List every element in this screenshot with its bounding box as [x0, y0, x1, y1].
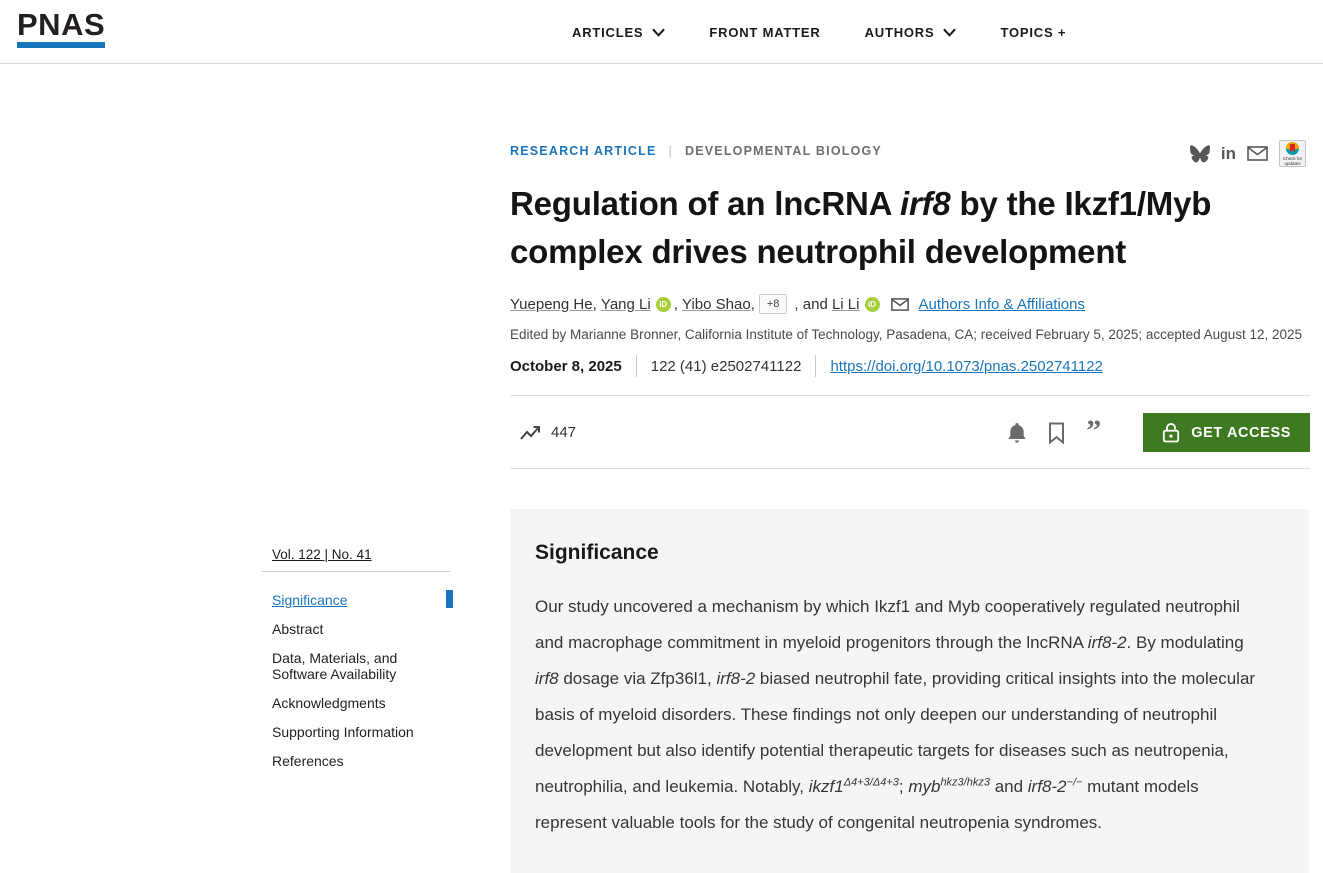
share-icons: in Check for updates [1190, 140, 1306, 167]
trending-up-icon [520, 425, 542, 441]
nav-topics[interactable]: TOPICS + [1000, 25, 1066, 40]
toc-item-label: Data, Materials, and Software Availabili… [272, 650, 397, 682]
nav-front-matter[interactable]: FRONT MATTER [709, 25, 820, 40]
divider-rule [510, 395, 1310, 396]
toc-item-references[interactable]: References [272, 747, 450, 776]
check-for-updates-label: Check for updates [1280, 156, 1305, 166]
author-separator: , [674, 296, 678, 313]
toc-item-significance[interactable]: Significance [272, 586, 450, 615]
crossmark-logo-icon [1286, 142, 1299, 155]
author-link[interactable]: Li Li [832, 296, 860, 313]
orcid-icon[interactable]: iD [865, 297, 880, 312]
publication-date: October 8, 2025 [510, 358, 622, 375]
volume-citation: 122 (41) e2502741122 [651, 358, 802, 375]
pnas-logo-text: PNAS [17, 10, 105, 40]
metrics-row: 447 ” GET ACCESS [510, 413, 1310, 452]
pnas-logo[interactable]: PNAS [17, 10, 105, 48]
nav-articles-label: ARTICLES [572, 25, 643, 40]
toc-sidebar: Vol. 122 | No. 41 Significance Abstract … [272, 546, 450, 776]
metrics-count-value: 447 [551, 424, 576, 441]
cite-quote-icon[interactable]: ” [1086, 421, 1101, 445]
subject-label: DEVELOPMENTAL BIOLOGY [685, 144, 882, 158]
lock-icon [1162, 422, 1180, 443]
author-separator: , [751, 296, 755, 313]
toc-item-acknowledgments[interactable]: Acknowledgments [272, 689, 450, 718]
category-separator: | [669, 144, 673, 158]
publication-row: October 8, 2025 122 (41) e2502741122 htt… [510, 355, 1310, 377]
toc-list: Significance Abstract Data, Materials, a… [272, 586, 450, 776]
get-access-label: GET ACCESS [1191, 425, 1291, 441]
pnas-logo-underline [17, 42, 105, 48]
author-link[interactable]: Yuepeng He [510, 296, 593, 313]
divider-rule [510, 468, 1310, 469]
action-icons: ” GET ACCESS [1007, 413, 1310, 452]
toc-active-indicator [446, 590, 453, 608]
doi-link[interactable]: https://doi.org/10.1073/pnas.2502741122 [830, 358, 1102, 375]
bluesky-icon[interactable] [1190, 145, 1210, 163]
volume-issue-link[interactable]: Vol. 122 | No. 41 [272, 547, 372, 562]
main-nav: ARTICLES FRONT MATTER AUTHORS TOPICS + [572, 0, 1066, 64]
toc-item-label: Supporting Information [272, 724, 414, 740]
linkedin-icon[interactable]: in [1221, 145, 1236, 162]
article-title: Regulation of an lncRNA irf8 by the Ikzf… [510, 180, 1310, 276]
chevron-down-icon [652, 28, 665, 37]
pub-divider [815, 355, 816, 377]
bookmark-icon[interactable] [1048, 422, 1065, 444]
edited-by-line: Edited by Marianne Bronner, California I… [510, 327, 1310, 342]
toc-item-abstract[interactable]: Abstract [272, 615, 450, 644]
significance-heading: Significance [535, 541, 1284, 565]
authors-row: Yuepeng He, Yang Li iD, Yibo Shao, +8 , an… [510, 294, 1310, 314]
get-access-button[interactable]: GET ACCESS [1143, 413, 1310, 452]
toc-item-supporting-information[interactable]: Supporting Information [272, 718, 450, 747]
author-link[interactable]: Yang Li [601, 296, 651, 313]
more-authors-button[interactable]: +8 [759, 294, 788, 314]
alert-bell-icon[interactable] [1007, 422, 1027, 444]
nav-authors[interactable]: AUTHORS [865, 25, 957, 40]
toc-item-label: Acknowledgments [272, 695, 386, 711]
email-share-icon[interactable] [1247, 146, 1268, 161]
and-label: , and [794, 296, 827, 313]
check-for-updates-badge[interactable]: Check for updates [1279, 140, 1306, 167]
author-separator: , [593, 296, 597, 313]
research-article-link[interactable]: RESEARCH ARTICLE [510, 144, 657, 158]
nav-articles[interactable]: ARTICLES [572, 25, 665, 40]
nav-authors-label: AUTHORS [865, 25, 935, 40]
toc-divider [262, 571, 450, 572]
metrics-views: 447 [520, 424, 576, 441]
corresponding-author-email-icon[interactable] [891, 298, 909, 311]
nav-front-matter-label: FRONT MATTER [709, 25, 820, 40]
pub-divider [636, 355, 637, 377]
nav-topics-label: TOPICS + [1000, 25, 1066, 40]
orcid-icon[interactable]: iD [656, 297, 671, 312]
chevron-down-icon [943, 28, 956, 37]
authors-info-link[interactable]: Authors Info & Affiliations [919, 296, 1086, 313]
toc-item-data-availability[interactable]: Data, Materials, and Software Availabili… [272, 644, 450, 689]
significance-body: Our study uncovered a mechanism by which… [535, 589, 1271, 841]
article-main: RESEARCH ARTICLE | DEVELOPMENTAL BIOLOGY… [510, 144, 1310, 873]
pnas-article-page: PNAS ARTICLES FRONT MATTER AUTHORS TOPIC… [0, 0, 1323, 873]
toc-item-label: References [272, 753, 344, 769]
toc-item-label: Significance [272, 592, 348, 608]
toc-item-label: Abstract [272, 621, 323, 637]
author-link[interactable]: Yibo Shao [682, 296, 751, 313]
site-header: PNAS ARTICLES FRONT MATTER AUTHORS TOPIC… [0, 0, 1323, 64]
significance-section: Significance Our study uncovered a mecha… [510, 509, 1309, 873]
